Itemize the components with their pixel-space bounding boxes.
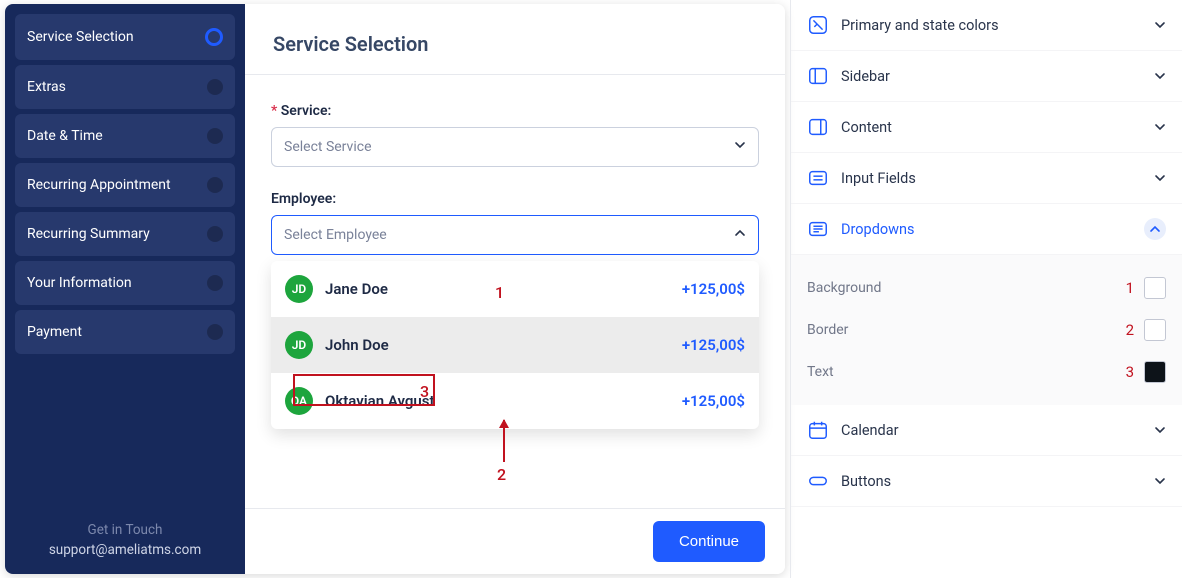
employee-dropdown-list: JD Jane Doe +125,00$ JD John Doe +125,00… [271,261,759,429]
customizer-panel: Primary and state colors Sidebar Content [790,0,1182,578]
employee-name: Oktavian Avgust [325,392,670,410]
chevron-down-icon [1154,475,1166,487]
step-label: Service Selection [27,29,134,45]
step-indicator-icon [207,177,223,193]
sidebar: Service Selection Extras Date & Time Rec… [5,4,245,574]
main-footer: Continue [245,508,785,574]
prop-text: Text 3 [807,351,1166,393]
employee-option[interactable]: OA Oktavian Avgust +125,00$ [271,373,759,429]
acc-input-fields[interactable]: Input Fields [791,153,1182,204]
content-icon [807,116,829,138]
prop-background: Background 1 [807,267,1166,309]
footer-email[interactable]: support@ameliatms.com [15,540,235,560]
chevron-down-icon [1154,121,1166,133]
prop-label: Text [807,364,834,380]
acc-label: Dropdowns [841,221,915,238]
chevron-up-icon [734,227,746,243]
step-label: Recurring Summary [27,226,150,242]
employee-name: Jane Doe [325,280,670,298]
acc-label: Content [841,119,892,136]
employee-option[interactable]: JD Jane Doe +125,00$ [271,261,759,317]
step-indicator-icon [205,28,223,46]
color-swatch[interactable] [1144,277,1166,299]
service-placeholder: Select Service [284,139,372,155]
chevron-up-icon [1144,218,1166,240]
step-date-time[interactable]: Date & Time [15,114,235,158]
sidebar-footer: Get in Touch support@ameliatms.com [15,514,235,567]
input-icon [807,167,829,189]
chevron-down-icon [1154,70,1166,82]
color-swatch[interactable] [1144,319,1166,341]
avatar: OA [285,387,313,415]
chevron-down-icon [734,139,746,155]
acc-dropdowns[interactable]: Dropdowns [791,204,1182,255]
footer-title: Get in Touch [15,520,235,540]
step-recurring-appointment[interactable]: Recurring Appointment [15,163,235,207]
prop-label: Border [807,322,848,338]
step-extras[interactable]: Extras [15,65,235,109]
button-icon [807,470,829,492]
prop-label: Background [807,280,881,296]
booking-widget: Service Selection Extras Date & Time Rec… [5,4,785,574]
acc-label: Primary and state colors [841,17,999,34]
step-label: Recurring Appointment [27,177,171,193]
chevron-down-icon [1154,19,1166,31]
step-service-selection[interactable]: Service Selection [15,14,235,60]
employee-select[interactable]: Select Employee [271,215,759,255]
step-label: Your Information [27,275,132,291]
acc-primary-colors[interactable]: Primary and state colors [791,0,1182,51]
sidebar-icon [807,65,829,87]
employee-label: Employee: [271,191,759,207]
service-select[interactable]: Select Service [271,127,759,167]
palette-icon [807,14,829,36]
employee-price: +125,00$ [682,280,745,298]
step-indicator-icon [207,275,223,291]
employee-price: +125,00$ [682,336,745,354]
page-title: Service Selection [245,4,785,75]
acc-sidebar[interactable]: Sidebar [791,51,1182,102]
employee-placeholder: Select Employee [284,227,387,243]
acc-label: Input Fields [841,170,916,187]
step-indicator-icon [207,79,223,95]
step-your-information[interactable]: Your Information [15,261,235,305]
step-label: Date & Time [27,128,103,144]
avatar: JD [285,331,313,359]
continue-button[interactable]: Continue [653,521,765,562]
step-payment[interactable]: Payment [15,310,235,354]
acc-calendar[interactable]: Calendar [791,405,1182,456]
step-indicator-icon [207,324,223,340]
calendar-icon [807,419,829,441]
annotation-number: 3 [1126,363,1134,381]
acc-label: Calendar [841,422,899,439]
step-indicator-icon [207,226,223,242]
annotation-number: 2 [1126,321,1134,339]
service-label: Service: [271,103,759,119]
acc-label: Buttons [841,473,891,490]
annotation-number: 1 [1126,279,1134,297]
main-pane: Service Selection Service: Select Servic… [245,4,785,574]
step-label: Payment [27,324,82,340]
acc-content[interactable]: Content [791,102,1182,153]
form-area: Service: Select Service Employee: Select… [245,75,785,437]
annotation-number: 2 [497,465,506,484]
chevron-down-icon [1154,172,1166,184]
employee-name: John Doe [325,336,670,354]
dropdown-color-props: Background 1 Border 2 Text 3 [791,255,1182,405]
employee-option[interactable]: JD John Doe +125,00$ [271,317,759,373]
dropdown-icon [807,218,829,240]
employee-price: +125,00$ [682,392,745,410]
chevron-down-icon [1154,424,1166,436]
avatar: JD [285,275,313,303]
prop-border: Border 2 [807,309,1166,351]
step-recurring-summary[interactable]: Recurring Summary [15,212,235,256]
step-indicator-icon [207,128,223,144]
color-swatch[interactable] [1144,361,1166,383]
step-label: Extras [27,79,66,95]
acc-buttons[interactable]: Buttons [791,456,1182,507]
acc-label: Sidebar [841,68,890,85]
